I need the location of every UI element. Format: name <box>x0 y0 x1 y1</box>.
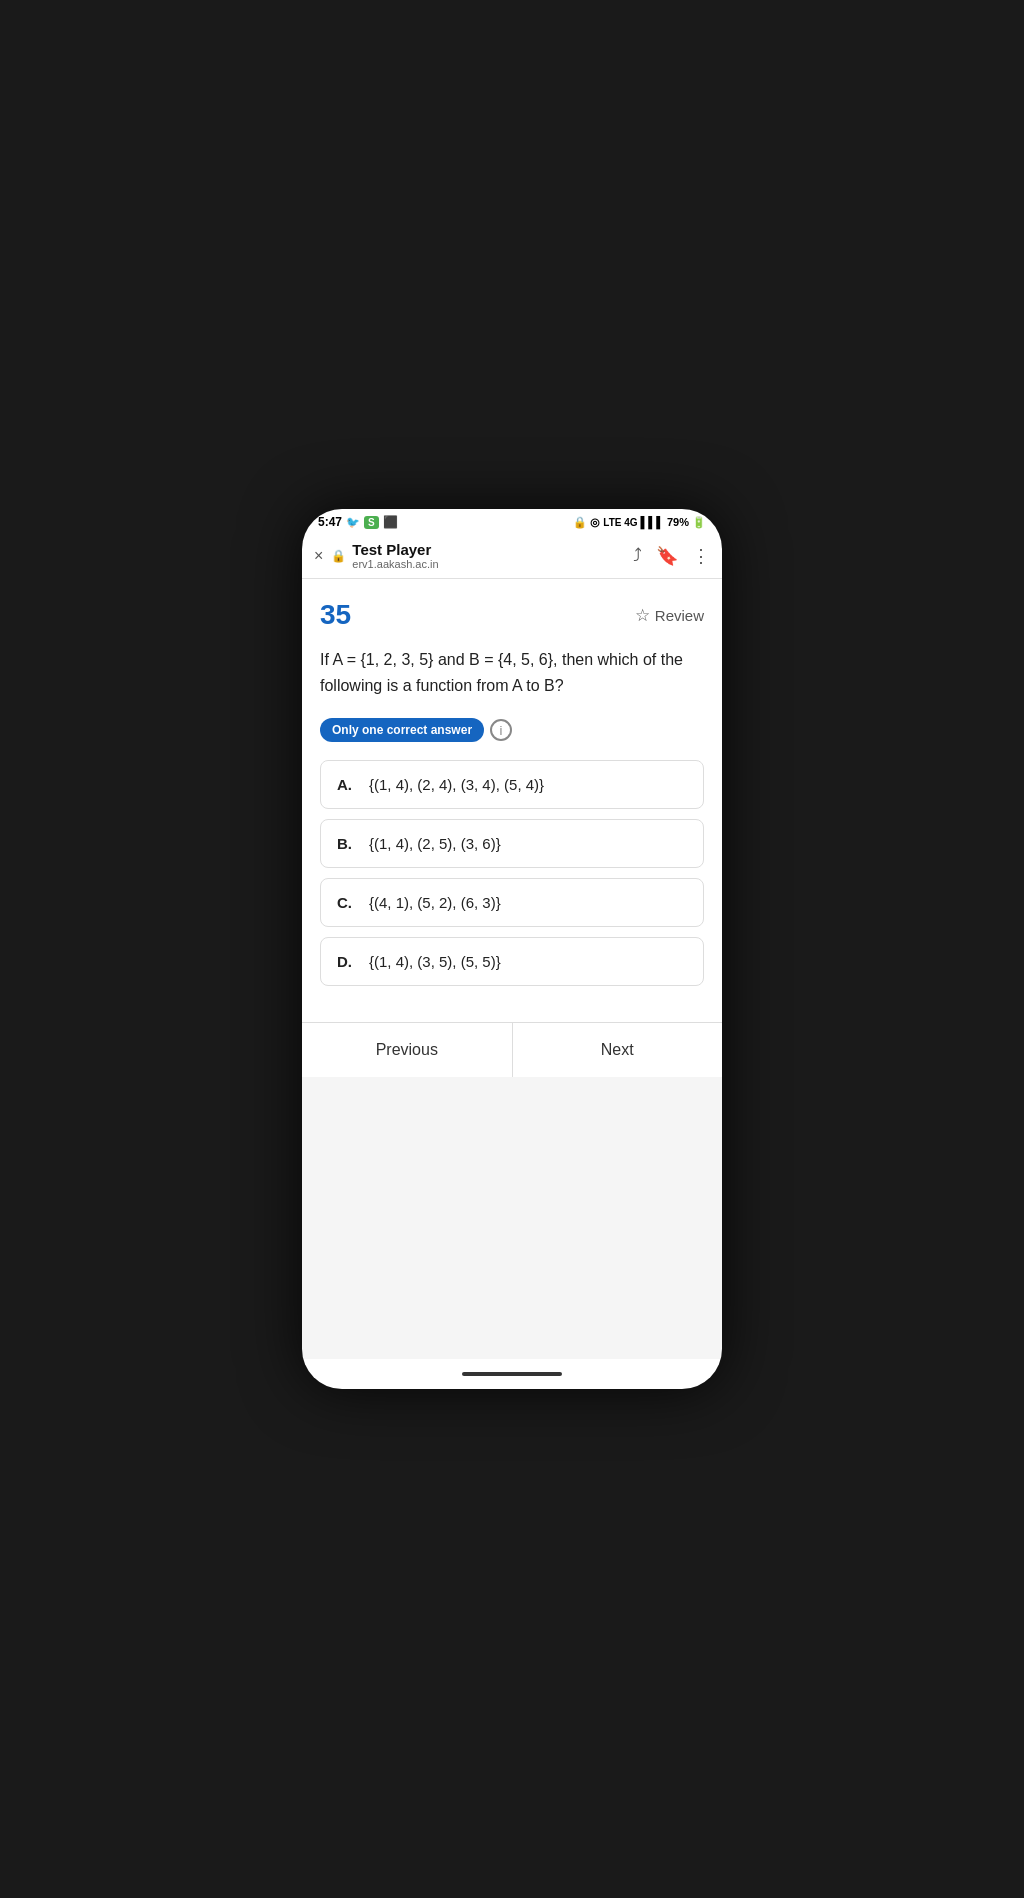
signal-label: LTE 4G <box>603 517 637 528</box>
nav-buttons: Previous Next <box>302 1022 722 1077</box>
option-a[interactable]: A. {(1, 4), (2, 4), (3, 4), (5, 4)} <box>320 760 704 809</box>
options-list: A. {(1, 4), (2, 4), (3, 4), (5, 4)} B. {… <box>320 760 704 986</box>
battery-icon: 🔋 <box>692 516 706 529</box>
phone-frame: 5:47 🐦 S ⬛ 🔒 ◎ LTE 4G ▌▌▌ 79% 🔋 × 🔒 Test… <box>302 509 722 1389</box>
star-icon: ☆ <box>635 605 650 626</box>
phone-nav-bar <box>302 1359 722 1389</box>
option-a-label: A. <box>337 776 357 793</box>
review-label: Review <box>655 607 704 624</box>
option-c-label: C. <box>337 894 357 911</box>
content-area: 35 ☆ Review If A = {1, 2, 3, 5} and B = … <box>302 579 722 1359</box>
option-d[interactable]: D. {(1, 4), (3, 5), (5, 5)} <box>320 937 704 986</box>
question-header: 35 ☆ Review <box>320 599 704 631</box>
status-bar: 5:47 🐦 S ⬛ 🔒 ◎ LTE 4G ▌▌▌ 79% 🔋 <box>302 509 722 533</box>
browser-actions: ⤴ 🔖 ⋮ <box>633 545 710 567</box>
next-button[interactable]: Next <box>513 1023 723 1077</box>
previous-button[interactable]: Previous <box>302 1023 513 1077</box>
share-icon[interactable]: ⤴ <box>633 545 642 566</box>
more-options-icon[interactable]: ⋮ <box>692 545 710 567</box>
option-c[interactable]: C. {(4, 1), (5, 2), (6, 3)} <box>320 878 704 927</box>
option-d-text: {(1, 4), (3, 5), (5, 5)} <box>369 953 687 970</box>
answer-type-badge: Only one correct answer i <box>320 718 512 742</box>
option-b-text: {(1, 4), (2, 5), (3, 6)} <box>369 835 687 852</box>
s-badge: S <box>364 516 379 529</box>
option-b-label: B. <box>337 835 357 852</box>
status-left: 5:47 🐦 S ⬛ <box>318 515 398 529</box>
battery-percent: 79% <box>667 516 689 528</box>
question-number: 35 <box>320 599 351 631</box>
home-indicator <box>462 1372 562 1376</box>
review-button[interactable]: ☆ Review <box>635 605 704 626</box>
time-display: 5:47 <box>318 515 342 529</box>
answer-type-pill: Only one correct answer <box>320 718 484 742</box>
voicemail-icon: ⬛ <box>383 515 398 529</box>
close-tab-button[interactable]: × <box>314 547 323 565</box>
security-lock-icon: 🔒 <box>331 549 346 563</box>
question-body: If A = {1, 2, 3, 5} and B = {4, 5, 6}, t… <box>320 651 683 694</box>
question-card: 35 ☆ Review If A = {1, 2, 3, 5} and B = … <box>302 579 722 1022</box>
twitter-icon: 🐦 <box>346 516 360 529</box>
option-c-text: {(4, 1), (5, 2), (6, 3)} <box>369 894 687 911</box>
question-text: If A = {1, 2, 3, 5} and B = {4, 5, 6}, t… <box>320 647 704 698</box>
browser-bar: × 🔒 Test Player erv1.aakash.ac.in ⤴ 🔖 ⋮ <box>302 533 722 579</box>
site-name: Test Player <box>352 541 438 558</box>
bookmark-icon[interactable]: 🔖 <box>656 545 678 567</box>
lock-status-icon: 🔒 <box>573 516 587 529</box>
option-b[interactable]: B. {(1, 4), (2, 5), (3, 6)} <box>320 819 704 868</box>
browser-title-text: Test Player erv1.aakash.ac.in <box>352 541 438 570</box>
status-right: 🔒 ◎ LTE 4G ▌▌▌ 79% 🔋 <box>573 516 706 529</box>
browser-title-area: 🔒 Test Player erv1.aakash.ac.in <box>331 541 625 570</box>
option-a-text: {(1, 4), (2, 4), (3, 4), (5, 4)} <box>369 776 687 793</box>
info-icon[interactable]: i <box>490 719 512 741</box>
option-d-label: D. <box>337 953 357 970</box>
signal-bars-icon: ▌▌▌ <box>641 516 664 528</box>
site-url: erv1.aakash.ac.in <box>352 558 438 570</box>
wifi-icon: ◎ <box>590 516 600 529</box>
